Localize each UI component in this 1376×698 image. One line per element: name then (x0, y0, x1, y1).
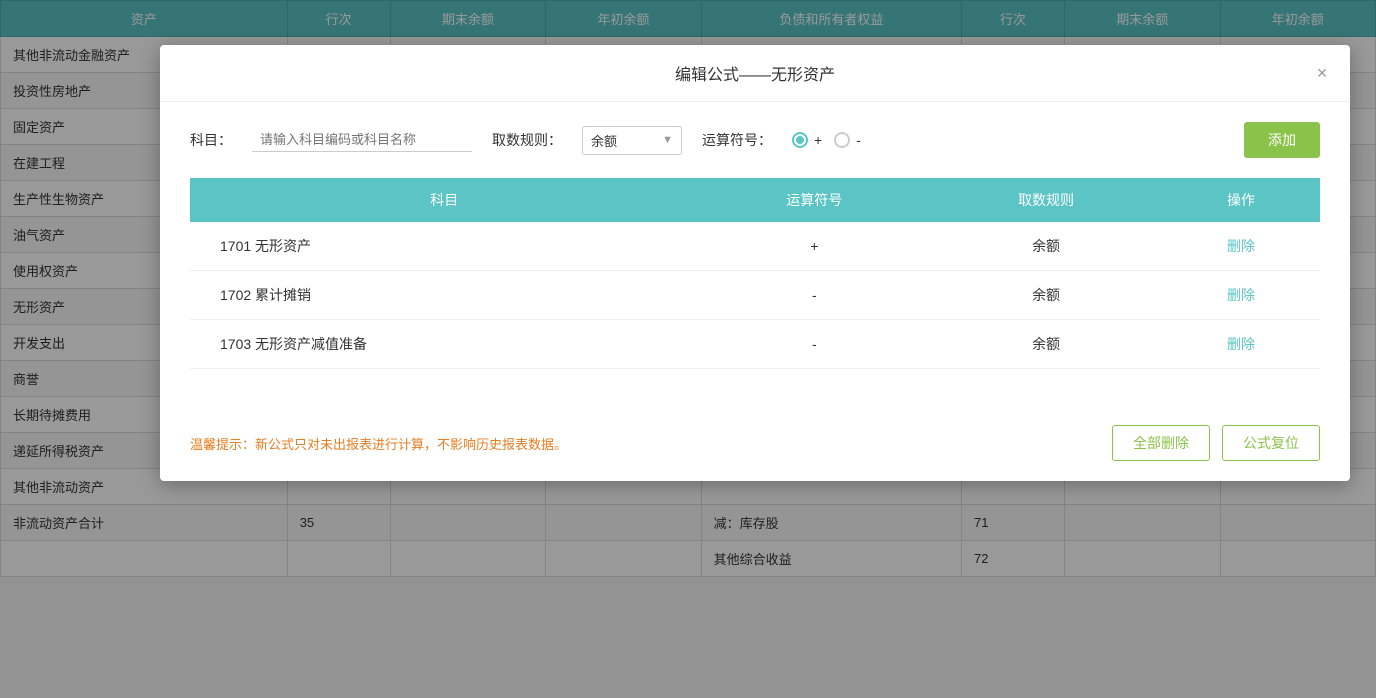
edit-formula-modal: 编辑公式——无形资产 × 科目： 取数规则： 余额 ▼ 运算符号： + - (160, 45, 1350, 481)
footer-buttons: 全部删除 公式复位 (1112, 425, 1320, 461)
formula-rule: 余额 (930, 320, 1162, 369)
operator-group: + - (792, 132, 861, 148)
formula-subject: 1703 无形资产减值准备 (190, 320, 698, 369)
modal-header: 编辑公式——无形资产 × (160, 45, 1350, 102)
operator-label: 运算符号： (702, 130, 772, 150)
reset-formula-button[interactable]: 公式复位 (1222, 425, 1320, 461)
table-header-action: 操作 (1162, 178, 1320, 222)
radio-minus-circle (834, 132, 850, 148)
rule-select-value: 余额 (591, 131, 654, 150)
formula-subject: 1701 无形资产 (190, 222, 698, 271)
operator-plus-radio[interactable]: + (792, 132, 822, 148)
modal-close-button[interactable]: × (1310, 61, 1334, 85)
operator-minus-radio[interactable]: - (834, 132, 861, 148)
form-row: 科目： 取数规则： 余额 ▼ 运算符号： + - 添加 (190, 122, 1320, 158)
modal-title: 编辑公式——无形资产 (675, 61, 835, 85)
add-button[interactable]: 添加 (1244, 122, 1320, 158)
formula-action: 删除 (1162, 271, 1320, 320)
formula-operator: - (698, 271, 930, 320)
formula-operator: - (698, 320, 930, 369)
formula-action: 删除 (1162, 320, 1320, 369)
delete-all-button[interactable]: 全部删除 (1112, 425, 1210, 461)
formula-subject: 1702 累计摊销 (190, 271, 698, 320)
formula-rule: 余额 (930, 222, 1162, 271)
subject-label: 科目： (190, 130, 232, 150)
chevron-down-icon: ▼ (662, 134, 673, 146)
table-header-operator: 运算符号 (698, 178, 930, 222)
formula-row: 1701 无形资产 + 余额 删除 (190, 222, 1320, 271)
formula-row: 1703 无形资产减值准备 - 余额 删除 (190, 320, 1320, 369)
rule-select[interactable]: 余额 ▼ (582, 126, 682, 155)
operator-minus-label: - (856, 132, 861, 148)
table-header-subject: 科目 (190, 178, 698, 222)
radio-plus-circle (792, 132, 808, 148)
formula-table: 科目 运算符号 取数规则 操作 1701 无形资产 + 余额 删除 1702 累… (190, 178, 1320, 369)
subject-input[interactable] (252, 128, 472, 152)
formula-row: 1702 累计摊销 - 余额 删除 (190, 271, 1320, 320)
rule-label: 取数规则： (492, 130, 562, 150)
operator-plus-label: + (814, 132, 822, 148)
modal-footer: 温馨提示：新公式只对未出报表进行计算，不影响历史报表数据。 全部删除 公式复位 (160, 409, 1350, 481)
delete-row-button[interactable]: 删除 (1227, 236, 1255, 256)
formula-action: 删除 (1162, 222, 1320, 271)
modal-body: 科目： 取数规则： 余额 ▼ 运算符号： + - 添加 (160, 102, 1350, 409)
footer-tip: 温馨提示：新公式只对未出报表进行计算，不影响历史报表数据。 (190, 434, 567, 453)
delete-row-button[interactable]: 删除 (1227, 334, 1255, 354)
delete-row-button[interactable]: 删除 (1227, 285, 1255, 305)
formula-rule: 余额 (930, 271, 1162, 320)
table-header-rule: 取数规则 (930, 178, 1162, 222)
formula-operator: + (698, 222, 930, 271)
